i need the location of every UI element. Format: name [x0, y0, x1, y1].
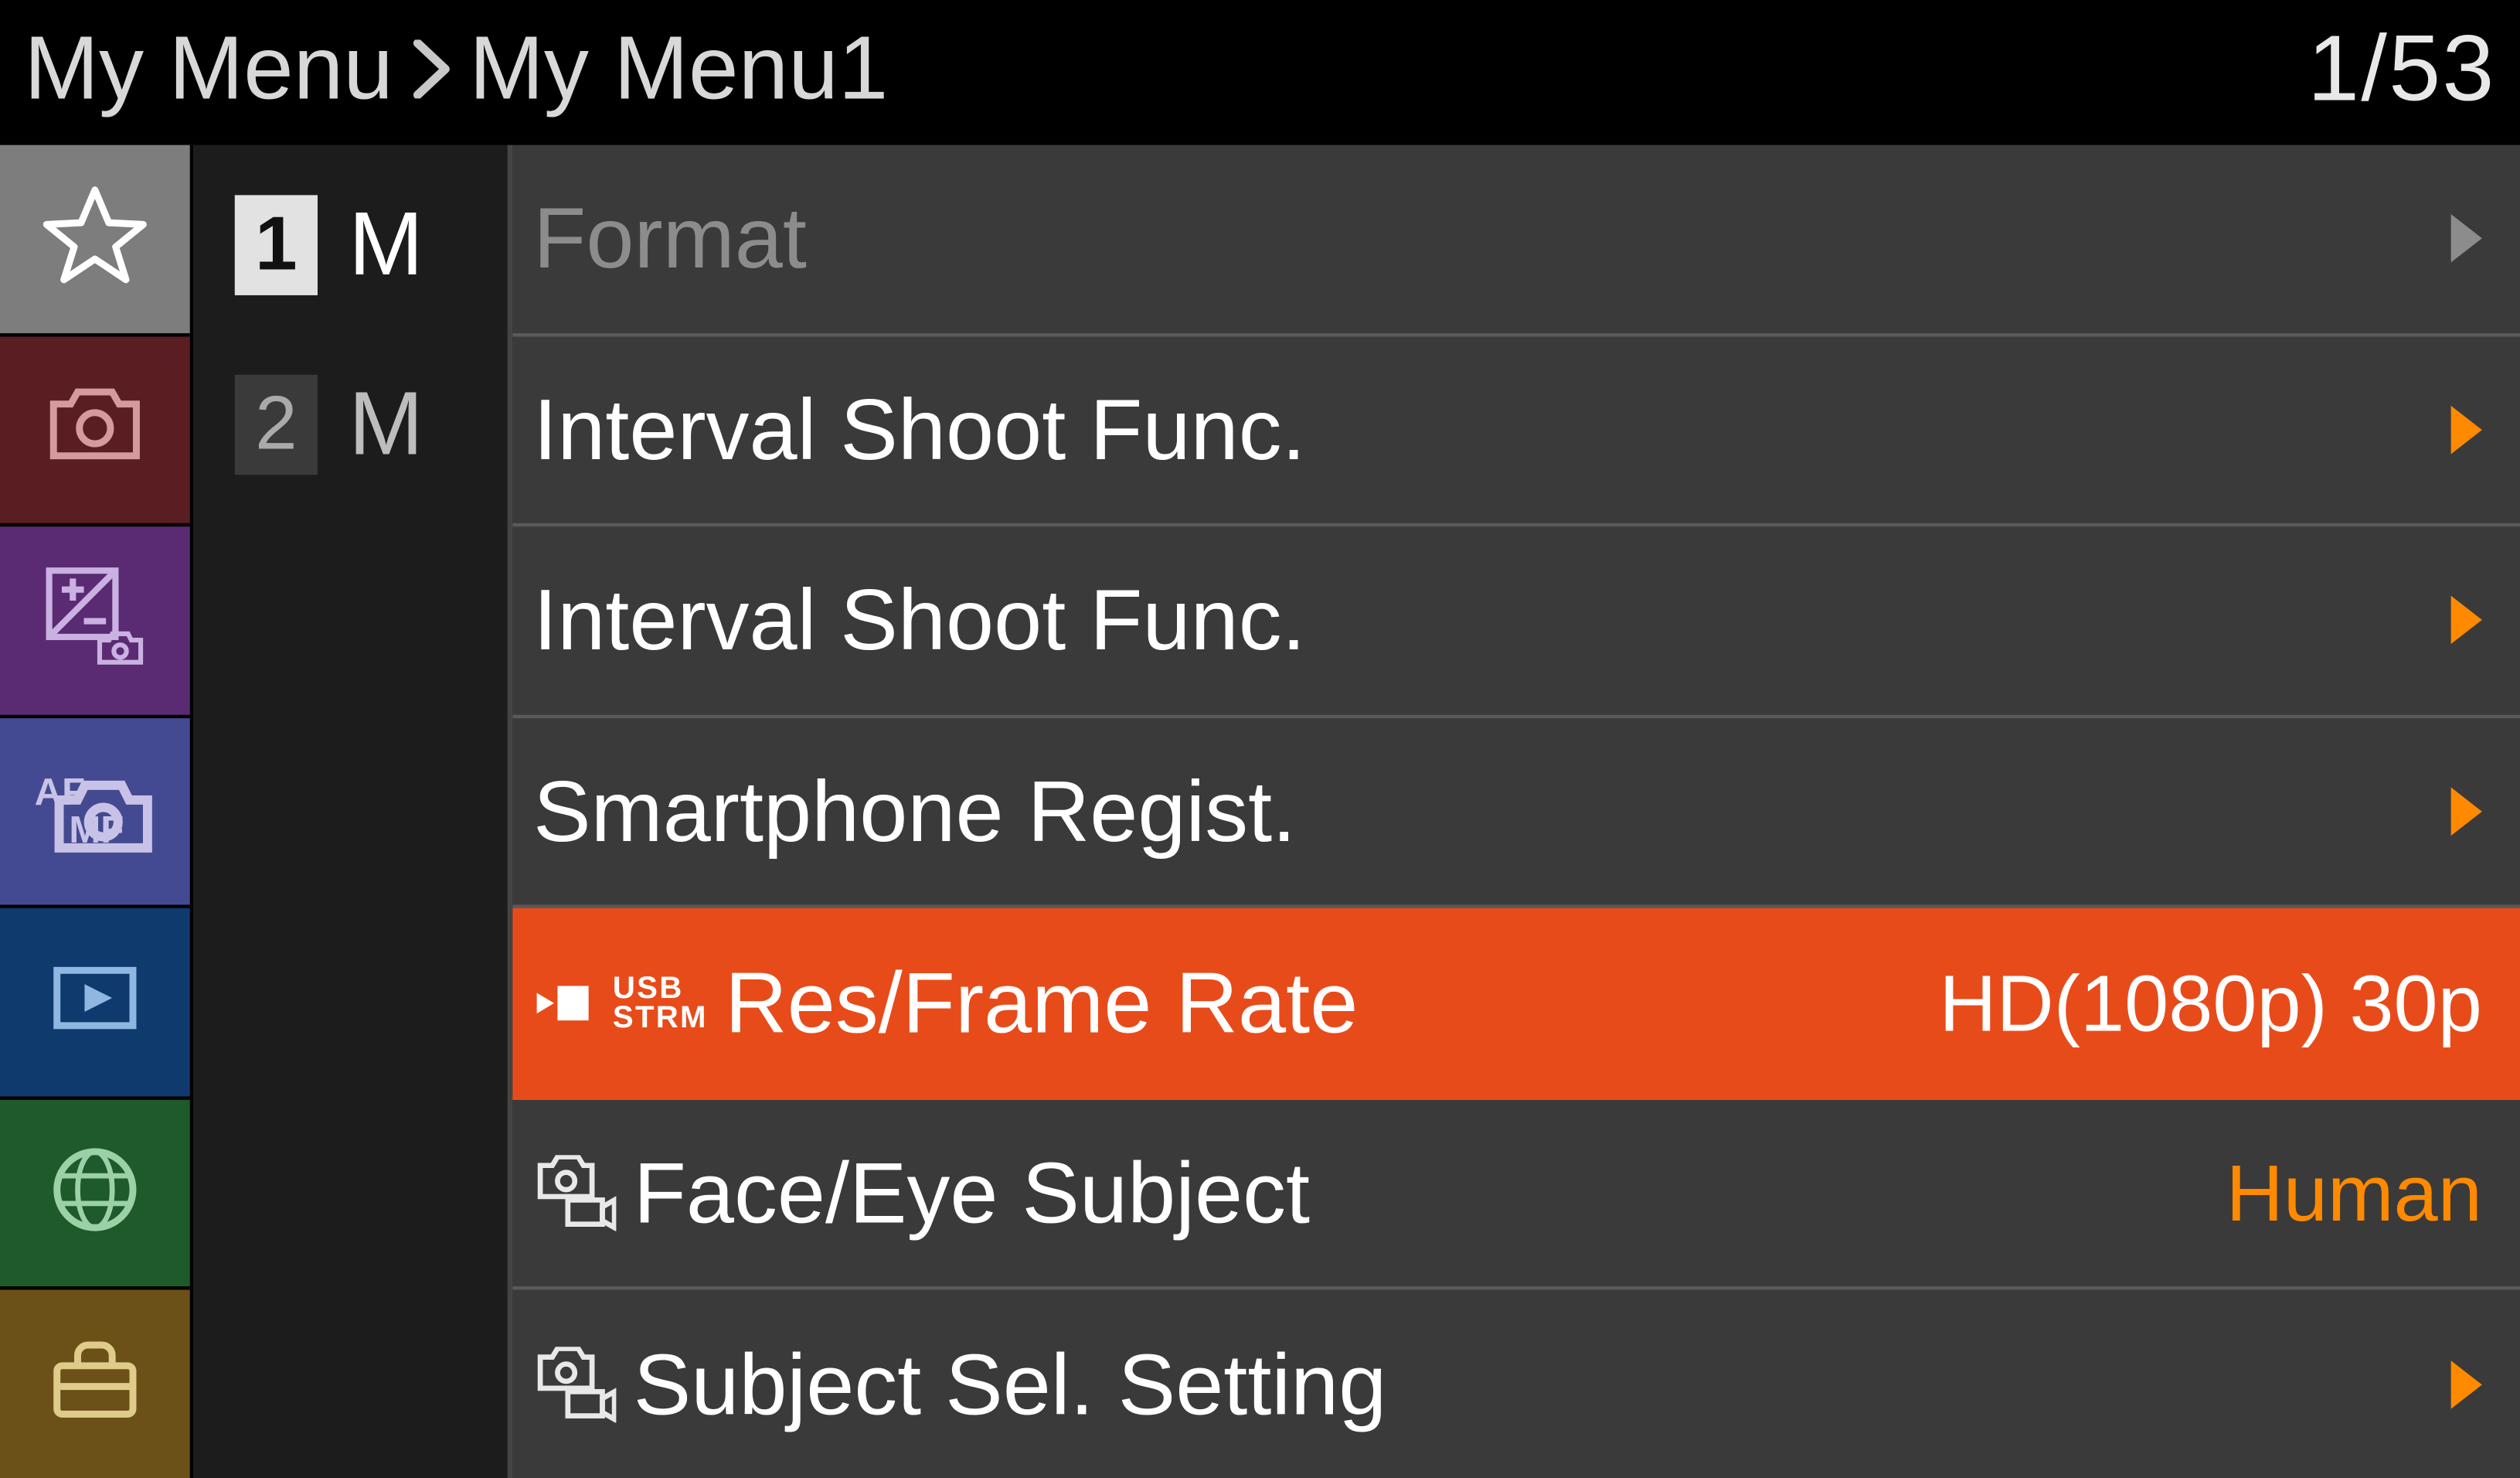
chevron-right-icon — [2451, 406, 2482, 455]
breadcrumb-separator-icon — [410, 17, 452, 121]
row-label: Res/Frame Rate — [725, 952, 1358, 1053]
page-list: 1 M 2 M — [193, 145, 512, 1478]
movie-icon — [533, 975, 595, 1030]
row-label: Interval Shoot Func. — [533, 570, 1305, 671]
row-value: Human — [2226, 1147, 2482, 1241]
row-smartphone-regist[interactable]: Smartphone Regist. — [512, 718, 2520, 909]
row-label: Smartphone Regist. — [533, 761, 1296, 862]
star-icon — [39, 179, 150, 298]
af-mf-icon: AF MF — [35, 774, 155, 850]
still-video-icon — [533, 1156, 616, 1231]
tab-setup[interactable] — [0, 1291, 190, 1478]
row-label: Format — [533, 189, 807, 289]
playback-icon — [39, 943, 150, 1062]
tab-playback[interactable] — [0, 909, 190, 1100]
row-interval-shoot-1[interactable]: Interval Shoot Func. — [512, 336, 2520, 527]
row-value: HD(1080p) 30p — [1939, 956, 2482, 1050]
page-label: M — [349, 193, 423, 297]
tab-shooting[interactable] — [0, 336, 190, 527]
tab-exposure[interactable] — [0, 527, 190, 718]
chevron-right-icon — [2451, 215, 2482, 264]
row-label: Face/Eye Subject — [634, 1143, 1310, 1244]
row-label: Interval Shoot Func. — [533, 380, 1305, 480]
tab-focus[interactable]: AF MF — [0, 718, 190, 909]
camera-menu-screen: My Menu My Menu1 1/53 — [0, 0, 2520, 1478]
still-video-icon — [533, 1347, 616, 1422]
row-interval-shoot-2[interactable]: Interval Shoot Func. — [512, 527, 2520, 718]
row-face-eye-subject[interactable]: Face/Eye Subject Human — [512, 1100, 2520, 1291]
page-list-item-2[interactable]: 2 M — [193, 335, 508, 514]
tab-my-menu[interactable] — [0, 145, 190, 336]
page-number-badge: 2 — [235, 375, 318, 475]
row-res-frame-rate[interactable]: USB STRM Res/Frame Rate HD(1080p) 30p — [512, 909, 2520, 1100]
row-label: Subject Sel. Setting — [634, 1334, 1387, 1435]
chevron-right-icon — [2451, 597, 2482, 645]
page-label: M — [349, 373, 423, 476]
main-area: AF MF — [0, 138, 2520, 1478]
page-counter: 1/53 — [2307, 15, 2496, 122]
breadcrumb-current: My Menu1 — [469, 17, 888, 121]
side-tab-bar: AF MF — [0, 145, 193, 1478]
chevron-right-icon — [2451, 788, 2482, 836]
page-list-item-1[interactable]: 1 M — [193, 155, 508, 335]
page-number-badge: 1 — [235, 195, 318, 295]
tab-network[interactable] — [0, 1100, 190, 1291]
settings-list: Format Interval Shoot Func. Interval Sho… — [512, 145, 2520, 1478]
breadcrumb: My Menu My Menu1 — [24, 17, 888, 121]
toolbox-icon — [39, 1325, 150, 1444]
exposure-icon — [39, 561, 150, 680]
camera-icon — [39, 370, 150, 489]
chevron-right-icon — [2451, 1361, 2482, 1409]
globe-icon — [39, 1134, 150, 1253]
row-subject-sel-setting[interactable]: Subject Sel. Setting — [512, 1291, 2520, 1478]
breadcrumb-root: My Menu — [24, 17, 393, 121]
row-format[interactable]: Format — [512, 145, 2520, 336]
usb-strm-icon: USB STRM — [613, 975, 708, 1030]
header-bar: My Menu My Menu1 1/53 — [0, 0, 2520, 138]
